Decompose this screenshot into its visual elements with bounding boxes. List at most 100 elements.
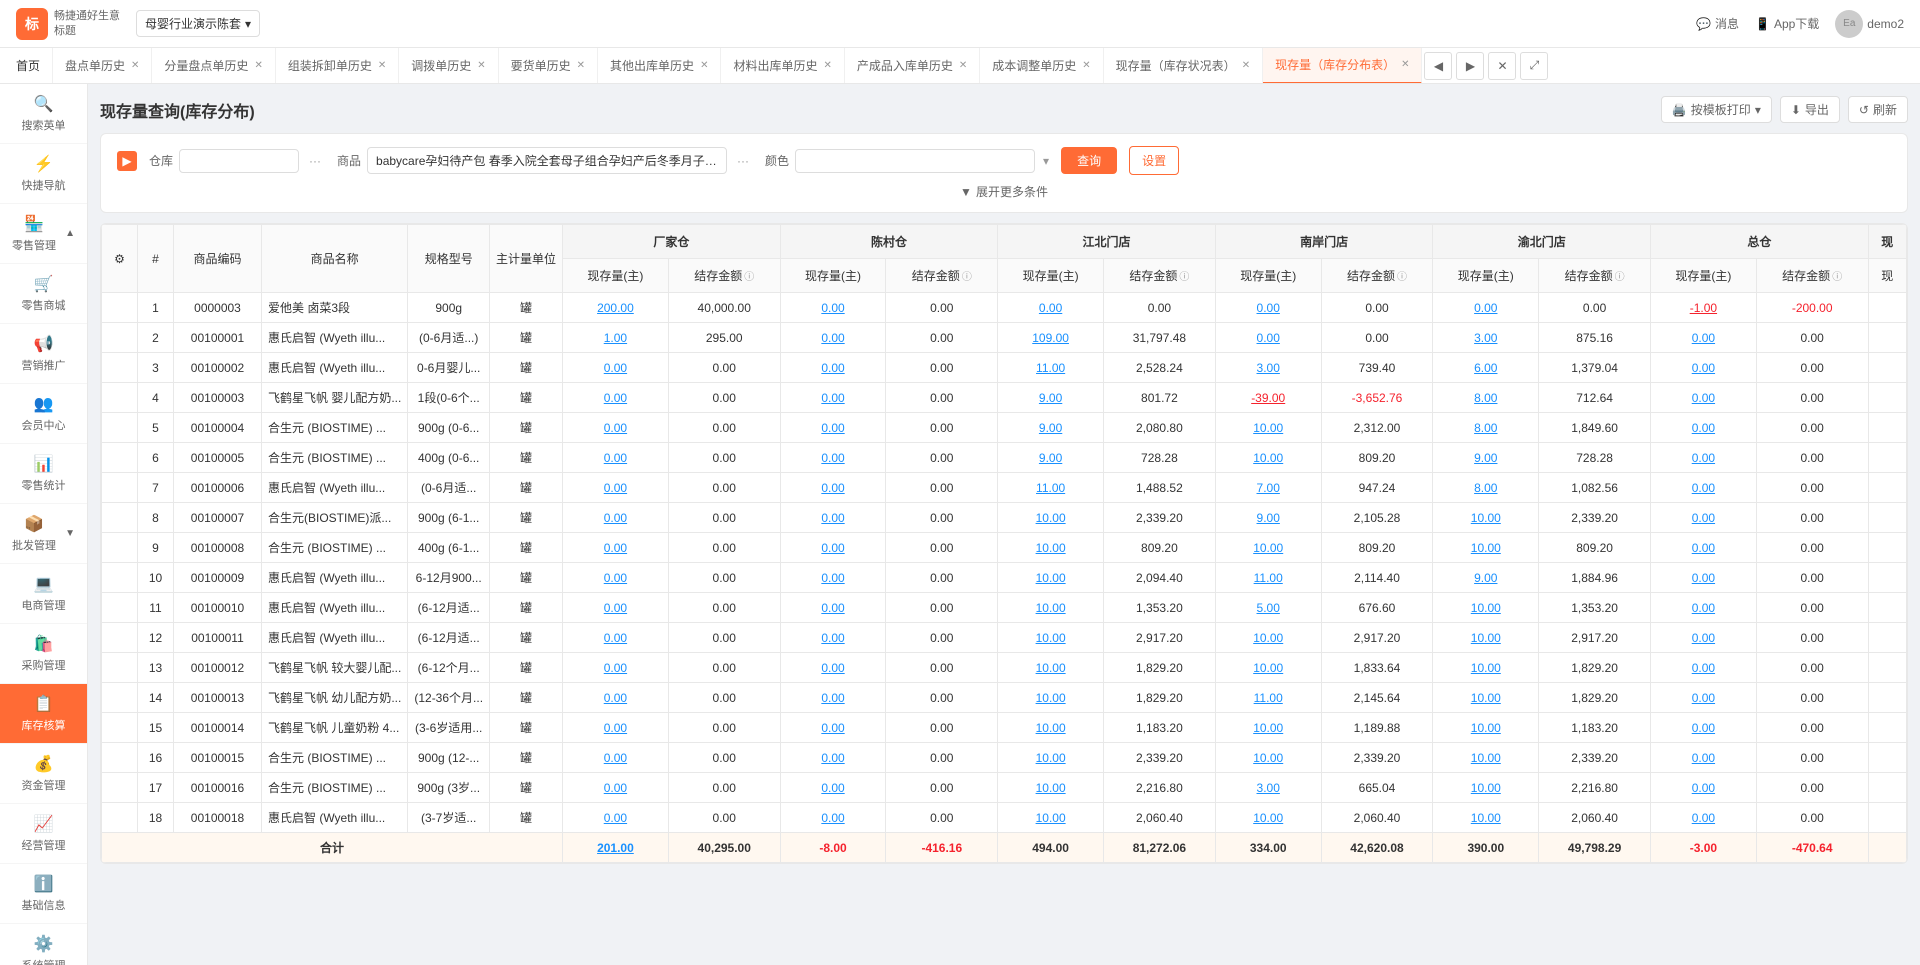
cell-chenhe-qty[interactable]: 0.00 (780, 473, 886, 503)
tab-next-btn[interactable]: ▶ (1456, 52, 1484, 80)
tab-close-all-btn[interactable]: ✕ (1488, 52, 1516, 80)
cell-chenhe-qty[interactable]: 0.00 (780, 623, 886, 653)
cell-factory-qty[interactable]: 0.00 (563, 443, 669, 473)
cell-chenhe-qty[interactable]: 0.00 (780, 503, 886, 533)
cell-factory-qty[interactable]: 0.00 (563, 533, 669, 563)
cell-nanan-qty[interactable]: 10.00 (1215, 743, 1321, 773)
cell-yuibei-qty[interactable]: 10.00 (1433, 503, 1539, 533)
tab-split-inventory[interactable]: 分量盘点单历史 ✕ (152, 48, 275, 84)
cell-factory-qty[interactable]: 0.00 (563, 353, 669, 383)
cell-chenhe-qty[interactable]: 0.00 (780, 443, 886, 473)
print-btn[interactable]: 🖨️ 按模板打印 ▾ (1661, 96, 1772, 123)
cell-factory-qty[interactable]: 0.00 (563, 683, 669, 713)
tab-other-out[interactable]: 其他出库单历史 ✕ (598, 48, 721, 84)
close-icon[interactable]: ✕ (254, 60, 262, 71)
cell-yuibei-qty[interactable]: 10.00 (1433, 623, 1539, 653)
cell-jiangbei-qty[interactable]: 10.00 (998, 563, 1104, 593)
tab-stock-status[interactable]: 现存量（库存状况表） ✕ (1104, 48, 1263, 84)
cell-jiangbei-qty[interactable]: 10.00 (998, 773, 1104, 803)
cell-nanan-qty[interactable]: 3.00 (1215, 353, 1321, 383)
cell-total-qty[interactable]: 0.00 (1651, 413, 1757, 443)
cell-jiangbei-qty[interactable]: 9.00 (998, 443, 1104, 473)
th-settings[interactable]: ⚙ (102, 225, 138, 293)
tab-home[interactable]: 首页 (4, 48, 53, 84)
tab-inventory-check[interactable]: 盘点单历史 ✕ (53, 48, 152, 84)
tab-product-in[interactable]: 产成品入库单历史 ✕ (845, 48, 980, 84)
setting-btn[interactable]: 设置 (1129, 146, 1179, 175)
expand-more-btn[interactable]: ▼ 展开更多条件 (960, 183, 1048, 200)
cell-chenhe-qty[interactable]: 0.00 (780, 803, 886, 833)
cell-nanan-qty[interactable]: 9.00 (1215, 503, 1321, 533)
cell-jiangbei-qty[interactable]: 10.00 (998, 623, 1104, 653)
cell-total-qty[interactable]: 0.00 (1651, 683, 1757, 713)
color-input[interactable] (795, 149, 1035, 173)
user-menu[interactable]: Ea demo2 (1835, 10, 1904, 38)
cell-yuibei-qty[interactable]: 10.00 (1433, 593, 1539, 623)
cell-total-qty[interactable]: 0.00 (1651, 383, 1757, 413)
app-download-btn[interactable]: 📱 App下载 (1755, 15, 1819, 32)
cell-total-qty[interactable]: 0.00 (1651, 743, 1757, 773)
cell-nanan-qty[interactable]: 10.00 (1215, 653, 1321, 683)
cell-total-qty[interactable]: 0.00 (1651, 503, 1757, 533)
sidebar-item-purchase[interactable]: 🛍️ 采购管理 (0, 624, 87, 684)
tab-assembly[interactable]: 组装拆卸单历史 ✕ (276, 48, 399, 84)
cell-jiangbei-qty[interactable]: 10.00 (998, 593, 1104, 623)
sum-chenhe-qty[interactable]: -8.00 (780, 833, 886, 863)
color-dropdown-icon[interactable]: ▾ (1043, 154, 1049, 168)
cell-nanan-qty[interactable]: 10.00 (1215, 443, 1321, 473)
cell-yuibei-qty[interactable]: 8.00 (1433, 383, 1539, 413)
cell-factory-qty[interactable]: 200.00 (563, 293, 669, 323)
cell-jiangbei-qty[interactable]: 9.00 (998, 413, 1104, 443)
warehouse-dots[interactable]: ··· (305, 154, 325, 168)
sidebar-item-quicknav[interactable]: ⚡ 快捷导航 (0, 144, 87, 204)
company-selector[interactable]: 母婴行业演示陈套 ▾ (136, 10, 260, 37)
refresh-btn[interactable]: ↺ 刷新 (1848, 96, 1908, 123)
close-icon[interactable]: ✕ (823, 60, 831, 71)
cell-chenhe-qty[interactable]: 0.00 (780, 383, 886, 413)
cell-nanan-qty[interactable]: 7.00 (1215, 473, 1321, 503)
cell-jiangbei-qty[interactable]: 10.00 (998, 683, 1104, 713)
sidebar-item-management[interactable]: 📈 经营管理 (0, 804, 87, 864)
sidebar-item-wholesale[interactable]: 📦 批发管理 ▼ (0, 504, 87, 564)
cell-factory-qty[interactable]: 0.00 (563, 803, 669, 833)
tab-requisition[interactable]: 要货单历史 ✕ (499, 48, 598, 84)
cell-yuibei-qty[interactable]: 10.00 (1433, 713, 1539, 743)
cell-jiangbei-qty[interactable]: 10.00 (998, 713, 1104, 743)
cell-total-qty[interactable]: 0.00 (1651, 533, 1757, 563)
cell-total-qty[interactable]: 0.00 (1651, 353, 1757, 383)
cell-nanan-qty[interactable]: 10.00 (1215, 623, 1321, 653)
cell-total-qty[interactable]: 0.00 (1651, 623, 1757, 653)
sidebar-item-retail[interactable]: 🏪 零售管理 ▲ (0, 204, 87, 264)
cell-jiangbei-qty[interactable]: 0.00 (998, 293, 1104, 323)
cell-yuibei-qty[interactable]: 8.00 (1433, 413, 1539, 443)
cell-jiangbei-qty[interactable]: 10.00 (998, 533, 1104, 563)
cell-yuibei-qty[interactable]: 10.00 (1433, 773, 1539, 803)
tab-stock-distribution[interactable]: 现存量（库存分布表） ✕ (1263, 48, 1422, 84)
cell-nanan-qty[interactable]: 10.00 (1215, 713, 1321, 743)
tab-prev-btn[interactable]: ◀ (1424, 52, 1452, 80)
cell-nanan-qty[interactable]: 10.00 (1215, 413, 1321, 443)
sidebar-item-inventory[interactable]: 📋 库存核算 (0, 684, 87, 744)
cell-chenhe-qty[interactable]: 0.00 (780, 413, 886, 443)
cell-total-qty[interactable]: 0.00 (1651, 803, 1757, 833)
cell-factory-qty[interactable]: 0.00 (563, 563, 669, 593)
cell-chenhe-qty[interactable]: 0.00 (780, 533, 886, 563)
cell-total-qty[interactable]: 0.00 (1651, 653, 1757, 683)
cell-factory-qty[interactable]: 0.00 (563, 773, 669, 803)
close-icon[interactable]: ✕ (378, 60, 386, 71)
cell-factory-qty[interactable]: 0.00 (563, 503, 669, 533)
cell-jiangbei-qty[interactable]: 10.00 (998, 803, 1104, 833)
close-icon[interactable]: ✕ (131, 60, 139, 71)
sidebar-item-retail-stats[interactable]: 📊 零售统计 (0, 444, 87, 504)
tab-transfer[interactable]: 调拨单历史 ✕ (399, 48, 498, 84)
product-input[interactable]: babycare孕妇待产包 春季入院全套母子组合孕妇产后冬季月子用品 22件套 … (367, 147, 727, 174)
cell-nanan-qty[interactable]: -39.00 (1215, 383, 1321, 413)
close-icon[interactable]: ✕ (1242, 60, 1250, 71)
cell-chenhe-qty[interactable]: 0.00 (780, 593, 886, 623)
cell-jiangbei-qty[interactable]: 10.00 (998, 653, 1104, 683)
cell-factory-qty[interactable]: 0.00 (563, 593, 669, 623)
cell-total-qty[interactable]: 0.00 (1651, 563, 1757, 593)
sidebar-item-system[interactable]: ⚙️ 系统管理 (0, 924, 87, 965)
cell-factory-qty[interactable]: 0.00 (563, 473, 669, 503)
close-icon[interactable]: ✕ (1082, 60, 1090, 71)
